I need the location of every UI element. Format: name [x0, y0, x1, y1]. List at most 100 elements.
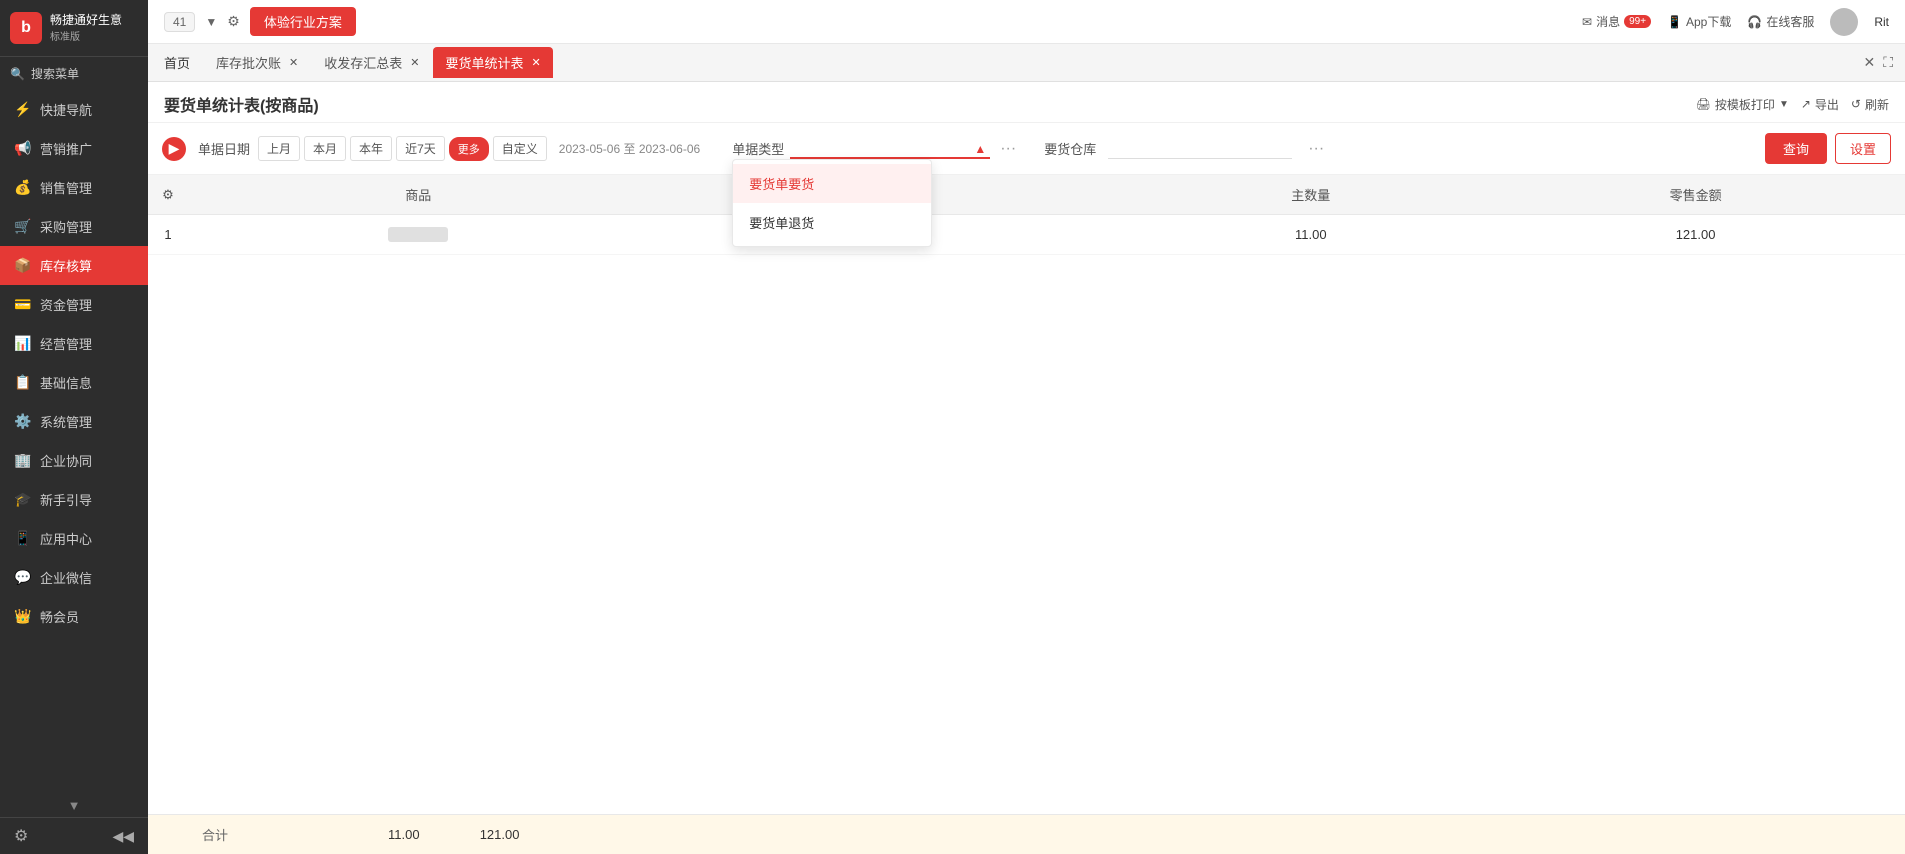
app-download-btn[interactable]: 📱 App下载 [1667, 13, 1731, 30]
date-filter-group: 单据日期 上月 本月 本年 近7天 更多 自定义 2023-05-06 至 20… [198, 136, 700, 161]
vip-icon: 👑 [14, 608, 32, 625]
sidebar-logo: b 畅捷通好生意 标准版 [0, 0, 148, 57]
tab-expand-icon[interactable]: ⛶ [1883, 54, 1893, 71]
topbar-dropdown-chevron[interactable]: ▼ [205, 15, 217, 29]
date-btn-last-month[interactable]: 上月 [258, 136, 300, 161]
app-center-icon: 📱 [14, 530, 32, 547]
type-select-input[interactable] [790, 138, 990, 159]
table-header: ⚙ 商品 主计量单位 主数量 零售金额 [148, 175, 1905, 215]
message-badge: 99+ [1624, 15, 1651, 28]
tab-close-order-stats[interactable]: ✕ [532, 56, 541, 69]
date-btn-this-month[interactable]: 本月 [304, 136, 346, 161]
warehouse-more-icon[interactable]: ··· [1308, 140, 1324, 158]
column-settings-icon[interactable]: ⚙ [162, 187, 174, 202]
search-icon: 🔍 [10, 67, 25, 81]
tab-home[interactable]: 首页 [152, 47, 202, 78]
cell-qty: 11.00 [1135, 215, 1486, 255]
tab-close-batch-account[interactable]: ✕ [289, 56, 298, 69]
footer-total-amount: 121.00 [420, 827, 520, 842]
export-btn[interactable]: ↗ 导出 [1801, 96, 1839, 113]
topbar-gear-icon[interactable]: ⚙ [227, 13, 240, 30]
sidebar-scroll-down[interactable]: ▼ [0, 794, 148, 817]
type-dropdown-menu: 要货单要货 要货单退货 [732, 159, 932, 247]
type-more-icon[interactable]: ··· [1000, 140, 1016, 158]
sidebar-item-sales[interactable]: 💰 销售管理 [0, 168, 148, 207]
operations-icon: 📊 [14, 335, 32, 352]
table-body: 1 ████ ██ 块 11.00 121.00 [148, 215, 1905, 255]
phone-icon: 📱 [1667, 15, 1682, 29]
export-icon: ↗ [1801, 97, 1811, 111]
tab-close-collect-summary[interactable]: ✕ [410, 56, 419, 69]
sidebar-item-operations[interactable]: 📊 经营管理 [0, 324, 148, 363]
topbar-left: 41 ▼ ⚙ 体验行业方案 [164, 7, 1570, 36]
footer-total-label: 合计 [162, 825, 228, 844]
sidebar-collapse-icon[interactable]: ◀◀ [112, 828, 134, 845]
tab-close-all-icon[interactable]: ✕ [1863, 54, 1875, 71]
filter-expand-btn[interactable]: ▶ [162, 137, 186, 161]
sidebar-item-marketing[interactable]: 📢 营销推广 [0, 129, 148, 168]
main-area: 41 ▼ ⚙ 体验行业方案 ✉ 消息 99+ 📱 App下载 🎧 在线客服 Ri… [148, 0, 1905, 854]
app-logo-icon: b [10, 12, 42, 44]
online-service-btn[interactable]: 🎧 在线客服 [1747, 13, 1814, 30]
date-btn-custom[interactable]: 自定义 [493, 136, 547, 161]
sidebar-item-finance[interactable]: 💳 资金管理 [0, 285, 148, 324]
sidebar-item-base-info[interactable]: 📋 基础信息 [0, 363, 148, 402]
th-settings[interactable]: ⚙ [148, 175, 188, 215]
wechat-icon: 💬 [14, 569, 32, 586]
avatar[interactable] [1830, 8, 1858, 36]
message-btn[interactable]: ✉ 消息 99+ [1582, 13, 1651, 30]
refresh-btn[interactable]: ↺ 刷新 [1851, 96, 1889, 113]
sidebar-nav: ⚡ 快捷导航 📢 营销推广 💰 销售管理 🛒 采购管理 📦 库存核算 💳 资金管… [0, 90, 148, 794]
purchase-icon: 🛒 [14, 218, 32, 235]
type-select-wrap: ▲ [790, 138, 990, 159]
sidebar-settings-icon[interactable]: ⚙ [14, 826, 28, 846]
tab-collect-summary[interactable]: 收发存汇总表 ✕ [312, 47, 431, 78]
page-title: 要货单统计表(按商品) [164, 92, 319, 116]
query-btn[interactable]: 查询 [1765, 133, 1827, 164]
warehouse-input[interactable] [1108, 139, 1292, 159]
cell-goods: ████ ██ [188, 215, 649, 255]
dropdown-item-order-return[interactable]: 要货单退货 [733, 203, 931, 242]
quick-nav-icon: ⚡ [14, 101, 32, 118]
page-content: 要货单统计表(按商品) 🖨 按模板打印 ▼ ↗ 导出 ↺ 刷新 ▶ [148, 82, 1905, 854]
refresh-icon: ↺ [1851, 97, 1861, 111]
dropdown-item-order-goods[interactable]: 要货单要货 [733, 164, 931, 203]
cell-amount: 121.00 [1486, 215, 1905, 255]
sidebar-item-wechat[interactable]: 💬 企业微信 [0, 558, 148, 597]
headset-icon: 🎧 [1747, 15, 1762, 29]
sidebar-item-inventory[interactable]: 📦 库存核算 [0, 246, 148, 285]
tab-batch-account[interactable]: 库存批次账 ✕ [204, 47, 310, 78]
print-dropdown-icon[interactable]: ▼ [1779, 99, 1789, 110]
message-icon: ✉ [1582, 15, 1592, 29]
sidebar-item-purchase[interactable]: 🛒 采购管理 [0, 207, 148, 246]
sidebar-item-system[interactable]: ⚙️ 系统管理 [0, 402, 148, 441]
tab-order-stats[interactable]: 要货单统计表 ✕ [433, 47, 552, 78]
table-wrap: ⚙ 商品 主计量单位 主数量 零售金额 1 ████ ██ 块 [148, 175, 1905, 814]
sidebar-item-vip[interactable]: 👑 畅会员 [0, 597, 148, 636]
filter-settings-btn[interactable]: 设置 [1835, 133, 1891, 164]
print-btn[interactable]: 🖨 按模板打印 ▼ [1696, 96, 1789, 113]
date-btn-more[interactable]: 更多 [449, 137, 489, 161]
inventory-icon: 📦 [14, 257, 32, 274]
sidebar-item-guide[interactable]: 🎓 新手引导 [0, 480, 148, 519]
sidebar: b 畅捷通好生意 标准版 🔍 搜索菜单 ⚡ 快捷导航 📢 营销推广 💰 销售管理… [0, 0, 148, 854]
app-logo-text: 畅捷通好生意 标准版 [50, 13, 122, 44]
data-table: ⚙ 商品 主计量单位 主数量 零售金额 1 ████ ██ 块 [148, 175, 1905, 255]
sidebar-item-app-center[interactable]: 📱 应用中心 [0, 519, 148, 558]
type-chevron-icon[interactable]: ▲ [974, 142, 986, 156]
cell-row-num: 1 [148, 215, 188, 255]
warehouse-label: 要货仓库 [1044, 139, 1096, 158]
filter-actions: 查询 设置 [1765, 133, 1891, 164]
th-qty: 主数量 [1135, 175, 1486, 215]
sidebar-search[interactable]: 🔍 搜索菜单 [0, 57, 148, 90]
page-actions: 🖨 按模板打印 ▼ ↗ 导出 ↺ 刷新 [1696, 96, 1889, 113]
date-btn-this-year[interactable]: 本年 [350, 136, 392, 161]
sidebar-item-enterprise[interactable]: 🏢 企业协同 [0, 441, 148, 480]
date-btn-7days[interactable]: 近7天 [396, 136, 445, 161]
table-footer: 合计 11.00 121.00 [148, 814, 1905, 854]
goods-name-blurred: ████ ██ [388, 227, 448, 242]
sidebar-item-quick-nav[interactable]: ⚡ 快捷导航 [0, 90, 148, 129]
industry-btn[interactable]: 体验行业方案 [250, 7, 356, 36]
tabbar-right: ✕ ⛶ [1863, 54, 1901, 71]
topbar: 41 ▼ ⚙ 体验行业方案 ✉ 消息 99+ 📱 App下载 🎧 在线客服 Ri… [148, 0, 1905, 44]
